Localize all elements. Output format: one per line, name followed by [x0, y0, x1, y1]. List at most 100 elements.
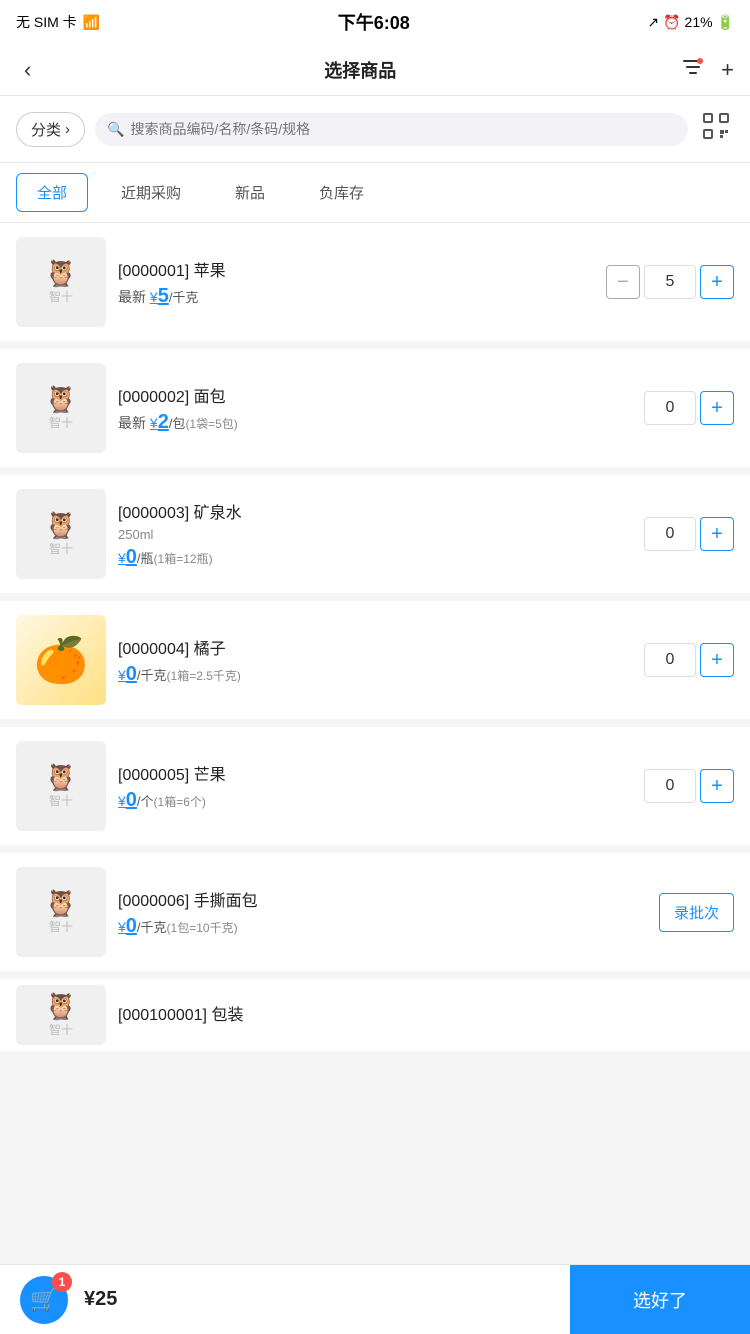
product-thumbnail: 🦉 智十 — [16, 489, 106, 579]
product-info: [0000004] 橘子 ¥0/千克(1箱=2.5千克) — [118, 635, 632, 686]
product-price: ¥0/个(1箱=6个) — [118, 789, 632, 812]
brand-label: 智十 — [49, 540, 73, 557]
quantity-control: + — [644, 391, 734, 425]
list-item: 🦉 智十 [0000006] 手撕面包 ¥0/千克(1包=10千克) 录批次 — [0, 853, 750, 979]
product-thumbnail: 🦉 智十 — [16, 237, 106, 327]
status-right: ↗ ⏰ 21% 🔋 — [647, 14, 734, 31]
alarm-icon: ⏰ — [663, 14, 680, 31]
scan-button[interactable] — [698, 108, 734, 150]
product-price: 最新 ¥5/千克 — [118, 285, 594, 308]
tab-bar: 全部 近期采购 新品 负库存 — [0, 163, 750, 223]
batch-button[interactable]: 录批次 — [659, 893, 734, 932]
nav-bar: ‹ 选择商品 + — [0, 44, 750, 96]
product-price: ¥0/千克(1包=10千克) — [118, 915, 647, 938]
quantity-control: + — [644, 769, 734, 803]
list-item: 🦉 智十 [0000002] 面包 最新 ¥2/包(1袋=5包) + — [0, 349, 750, 475]
product-spec: 250ml — [118, 527, 632, 542]
back-button[interactable]: ‹ — [16, 49, 39, 91]
quantity-input[interactable] — [644, 643, 696, 677]
add-button[interactable]: + — [721, 57, 734, 83]
list-item: 🦉 智十 [0000003] 矿泉水 250ml ¥0/瓶(1箱=12瓶) + — [0, 475, 750, 601]
quantity-input[interactable] — [644, 517, 696, 551]
category-label: 分类 — [31, 119, 61, 140]
owl-icon: 🦉 — [45, 890, 77, 916]
product-thumbnail: 🍊 — [16, 615, 106, 705]
minus-button[interactable]: − — [606, 265, 640, 299]
cart-area: 🛒 1 ¥25 — [20, 1276, 117, 1324]
quantity-input[interactable] — [644, 265, 696, 299]
list-item: 🦉 智十 [000100001] 包装 — [0, 979, 750, 1059]
plus-button[interactable]: + — [700, 517, 734, 551]
owl-icon: 🦉 — [45, 260, 77, 286]
product-name: [0000001] 苹果 — [118, 257, 594, 281]
cart-button[interactable]: 🛒 1 — [20, 1276, 68, 1324]
category-button[interactable]: 分类 › — [16, 112, 85, 147]
product-thumbnail: 🦉 智十 — [16, 363, 106, 453]
owl-icon: 🦉 — [45, 386, 77, 412]
product-price: ¥0/千克(1箱=2.5千克) — [118, 663, 632, 686]
owl-icon: 🦉 — [45, 993, 77, 1019]
plus-button[interactable]: + — [700, 643, 734, 677]
brand-label: 智十 — [49, 414, 73, 431]
location-icon: ↗ — [647, 14, 659, 31]
search-input[interactable] — [130, 121, 676, 137]
quantity-control: 录批次 — [659, 893, 734, 932]
brand-label: 智十 — [49, 792, 73, 809]
product-info: [0000005] 芒果 ¥0/个(1箱=6个) — [118, 761, 632, 812]
confirm-button[interactable]: 选好了 — [570, 1265, 750, 1334]
tab-new[interactable]: 新品 — [214, 173, 286, 212]
product-thumbnail: 🦉 智十 — [16, 741, 106, 831]
owl-icon: 🦉 — [45, 764, 77, 790]
product-name: [0000002] 面包 — [118, 383, 632, 407]
fruit-image: 🍊 — [34, 634, 89, 686]
product-info: [0000001] 苹果 最新 ¥5/千克 — [118, 257, 594, 308]
product-info: [0000002] 面包 最新 ¥2/包(1袋=5包) — [118, 383, 632, 434]
tab-all[interactable]: 全部 — [16, 173, 88, 212]
search-icon: 🔍 — [107, 121, 124, 138]
tab-recent[interactable]: 近期采购 — [100, 173, 202, 212]
status-bar: 无 SIM 卡 📶 下午6:08 ↗ ⏰ 21% 🔋 — [0, 0, 750, 44]
search-input-wrap: 🔍 — [95, 113, 688, 146]
status-time: 下午6:08 — [338, 9, 410, 35]
product-info: [0000003] 矿泉水 250ml ¥0/瓶(1箱=12瓶) — [118, 499, 632, 569]
brand-label: 智十 — [49, 918, 73, 935]
quantity-control: − + — [606, 265, 734, 299]
wifi-icon: 📶 — [83, 14, 100, 31]
product-name: [0000004] 橘子 — [118, 635, 632, 659]
cart-icon: 🛒 — [30, 1287, 57, 1313]
no-sim-label: 无 SIM 卡 — [16, 12, 77, 32]
product-list: 🦉 智十 [0000001] 苹果 最新 ¥5/千克 − + 🦉 智十 — [0, 223, 750, 1059]
page-title: 选择商品 — [324, 57, 396, 83]
brand-label: 智十 — [49, 288, 73, 305]
battery-icon: 🔋 — [717, 14, 734, 31]
list-item: 🦉 智十 [0000001] 苹果 最新 ¥5/千克 − + — [0, 223, 750, 349]
quantity-input[interactable] — [644, 391, 696, 425]
product-thumbnail: 🦉 智十 — [16, 985, 106, 1045]
product-thumbnail: 🦉 智十 — [16, 867, 106, 957]
bottom-bar: 🛒 1 ¥25 选好了 — [0, 1264, 750, 1334]
plus-button[interactable]: + — [700, 769, 734, 803]
product-info: [0000006] 手撕面包 ¥0/千克(1包=10千克) — [118, 887, 647, 938]
category-chevron-icon: › — [65, 121, 70, 138]
plus-button[interactable]: + — [700, 391, 734, 425]
list-item: 🍊 [0000004] 橘子 ¥0/千克(1箱=2.5千克) + — [0, 601, 750, 727]
product-name: [0000006] 手撕面包 — [118, 887, 647, 911]
product-info: [000100001] 包装 — [118, 1001, 734, 1029]
list-item: 🦉 智十 [0000005] 芒果 ¥0/个(1箱=6个) + — [0, 727, 750, 853]
quantity-control: + — [644, 517, 734, 551]
filter-button[interactable] — [681, 55, 705, 85]
cart-badge: 1 — [52, 1272, 72, 1292]
product-name: [000100001] 包装 — [118, 1001, 734, 1025]
cart-total: ¥25 — [84, 1288, 117, 1311]
brand-label: 智十 — [49, 1021, 73, 1038]
product-name: [0000005] 芒果 — [118, 761, 632, 785]
status-left: 无 SIM 卡 📶 — [16, 12, 100, 32]
tab-negative[interactable]: 负库存 — [298, 173, 385, 212]
product-price: ¥0/瓶(1箱=12瓶) — [118, 546, 632, 569]
battery-label: 21% — [685, 14, 713, 30]
nav-actions: + — [681, 55, 734, 85]
search-bar: 分类 › 🔍 — [0, 96, 750, 163]
quantity-input[interactable] — [644, 769, 696, 803]
product-name: [0000003] 矿泉水 — [118, 499, 632, 523]
plus-button[interactable]: + — [700, 265, 734, 299]
